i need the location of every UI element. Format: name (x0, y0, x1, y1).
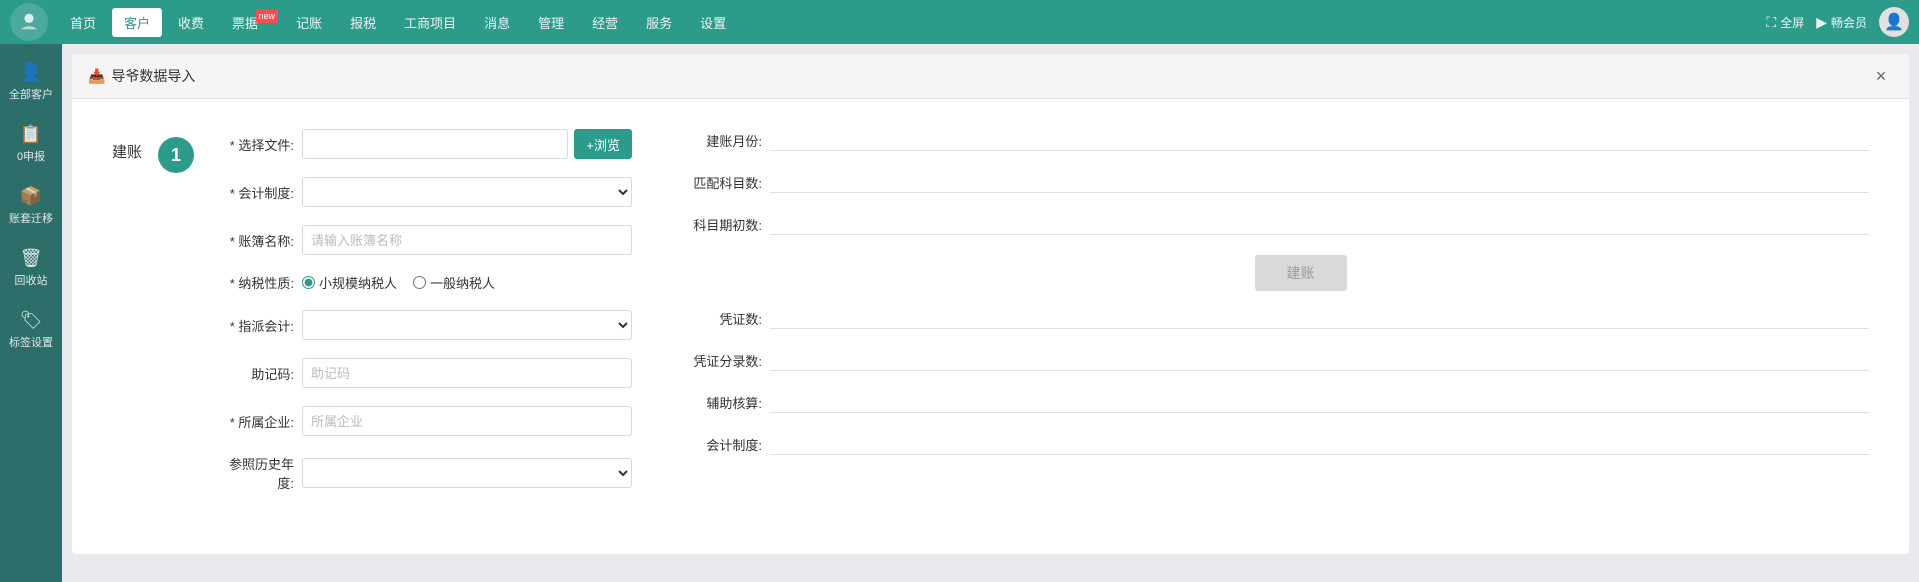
vip-btn[interactable]: ▶ 畅会员 (1816, 14, 1867, 31)
dialog-title: 📥 导爷数据导入 (88, 66, 195, 86)
nav-customers[interactable]: 客户 (112, 8, 162, 37)
nav-right: ⛶ 全屏 ▶ 畅会员 👤 (1766, 7, 1909, 37)
memo-label: 助记码: (214, 364, 294, 383)
accounting-system-select[interactable] (302, 177, 632, 207)
general-taxpayer-radio[interactable] (413, 276, 426, 289)
history-year-select[interactable] (302, 458, 632, 488)
match-subjects-row: 匹配科目数: (672, 171, 1869, 193)
sidebar-item-all-customers[interactable]: 👤 全部客户 (3, 54, 59, 110)
dialog-title-icon: 📥 (88, 68, 105, 85)
voucher-entries-value (770, 349, 1869, 371)
nav-manage[interactable]: 管理 (526, 8, 576, 37)
company-label: * 所属企业: (214, 412, 294, 431)
match-subjects-label: 匹配科目数: (672, 173, 762, 192)
fullscreen-icon: ⛶ (1766, 14, 1776, 31)
sidebar-item-tags[interactable]: 🏷 标签设置 (3, 302, 59, 358)
voucher-label: 凭证数: (672, 309, 762, 328)
right-accounting-system-value (770, 433, 1869, 455)
initial-balance-row: 科目期初数: (672, 213, 1869, 235)
vip-icon: ▶ (1816, 14, 1827, 31)
import-dialog: 📥 导爷数据导入 × 建账 1 * 选择文件: (72, 54, 1909, 554)
ledger-name-row: * 账簿名称: (214, 225, 632, 255)
aux-accounting-row: 辅助核算: (672, 391, 1869, 413)
browse-button[interactable]: +浏览 (574, 129, 632, 159)
step-label: 建账 (112, 141, 142, 162)
match-subjects-value (770, 171, 1869, 193)
initial-balance-label: 科目期初数: (672, 215, 762, 234)
dialog-header: 📥 导爷数据导入 × (72, 54, 1909, 99)
aux-accounting-label: 辅助核算: (672, 393, 762, 412)
nav-items: 首页 客户 收费 票据 new 记账 报税 工商项目 消息 管理 经营 服务 设… (58, 8, 1766, 37)
ledger-name-input[interactable] (302, 225, 632, 255)
build-account-button[interactable]: 建账 (1255, 255, 1347, 291)
nav-fees[interactable]: 收费 (166, 8, 216, 37)
general-taxpayer-option[interactable]: 一般纳税人 (413, 273, 495, 292)
history-year-label: 参照历史年度: (214, 454, 294, 492)
history-year-row: 参照历史年度: (214, 454, 632, 492)
build-month-value (770, 129, 1869, 151)
content-area: 📥 导爷数据导入 × 建账 1 * 选择文件: (62, 44, 1919, 582)
nav-settings[interactable]: 设置 (688, 8, 738, 37)
memo-row: 助记码: (214, 358, 632, 388)
build-month-label: 建账月份: (672, 131, 762, 150)
build-month-row: 建账月份: (672, 129, 1869, 151)
company-input[interactable] (302, 406, 632, 436)
company-row: * 所属企业: (214, 406, 632, 436)
small-taxpayer-option[interactable]: 小规模纳税人 (302, 273, 397, 292)
tax-type-radio-group: 小规模纳税人 一般纳税人 (302, 273, 632, 292)
recycle-icon: 🗑 (20, 248, 43, 269)
file-input-group: +浏览 (302, 129, 632, 159)
voucher-value (770, 307, 1869, 329)
accountant-label: * 指派会计: (214, 316, 294, 335)
right-accounting-system-row: 会计制度: (672, 433, 1869, 455)
nav-invoices[interactable]: 票据 new (220, 8, 280, 37)
user-avatar[interactable]: 👤 (1879, 7, 1909, 37)
zero-declare-icon: 📋 (20, 124, 42, 145)
memo-input[interactable] (302, 358, 632, 388)
left-panel: 建账 1 * 选择文件: +浏览 (112, 129, 632, 510)
accounting-system-label: * 会计制度: (214, 183, 294, 202)
tags-icon: 🏷 (20, 310, 43, 331)
voucher-entries-label: 凭证分录数: (672, 351, 762, 370)
all-customers-icon: 👤 (20, 62, 42, 83)
file-text-input[interactable] (302, 129, 568, 159)
file-label: * 选择文件: (214, 135, 294, 154)
accounting-system-row: * 会计制度: (214, 177, 632, 207)
file-row: * 选择文件: +浏览 (214, 129, 632, 159)
form-section: * 选择文件: +浏览 * 会计制度: (214, 129, 632, 510)
aux-accounting-value (770, 391, 1869, 413)
initial-balance-value (770, 213, 1869, 235)
right-accounting-system-label: 会计制度: (672, 435, 762, 454)
main-layout: 👤 全部客户 📋 0申报 📦 账套迁移 🗑 回收站 🏷 标签设置 📥 导爷 (0, 44, 1919, 582)
logo[interactable] (10, 3, 48, 41)
voucher-row: 凭证数: (672, 307, 1869, 329)
nav-tax[interactable]: 报税 (338, 8, 388, 37)
voucher-entries-row: 凭证分录数: (672, 349, 1869, 371)
sidebar: 👤 全部客户 📋 0申报 📦 账套迁移 🗑 回收站 🏷 标签设置 (0, 44, 62, 582)
sidebar-item-zero-declare[interactable]: 📋 0申报 (3, 116, 59, 172)
accountant-select[interactable] (302, 310, 632, 340)
fullscreen-btn[interactable]: ⛶ 全屏 (1766, 14, 1804, 31)
nav-message[interactable]: 消息 (472, 8, 522, 37)
nav-bookkeeping[interactable]: 记账 (284, 8, 334, 37)
nav-operation[interactable]: 经营 (580, 8, 630, 37)
tax-type-label: * 纳税性质: (214, 273, 294, 292)
top-nav: 首页 客户 收费 票据 new 记账 报税 工商项目 消息 管理 经营 服务 设… (0, 0, 1919, 44)
right-panel: 建账月份: 匹配科目数: 科目期初数: 建账 凭证数: (672, 129, 1869, 510)
migrate-icon: 📦 (20, 186, 42, 207)
step-badge: 1 (158, 137, 194, 173)
nav-service[interactable]: 服务 (634, 8, 684, 37)
accountant-row: * 指派会计: (214, 310, 632, 340)
small-taxpayer-radio[interactable] (302, 276, 315, 289)
dialog-body: 建账 1 * 选择文件: +浏览 (72, 99, 1909, 540)
new-badge: new (256, 10, 279, 23)
sidebar-item-recycle[interactable]: 🗑 回收站 (3, 240, 59, 296)
ledger-name-label: * 账簿名称: (214, 231, 294, 250)
dialog-close-button[interactable]: × (1869, 64, 1893, 88)
nav-home[interactable]: 首页 (58, 8, 108, 37)
nav-business[interactable]: 工商项目 (392, 8, 468, 37)
tax-type-row: * 纳税性质: 小规模纳税人 一般纳税人 (214, 273, 632, 292)
sidebar-item-migrate[interactable]: 📦 账套迁移 (3, 178, 59, 234)
